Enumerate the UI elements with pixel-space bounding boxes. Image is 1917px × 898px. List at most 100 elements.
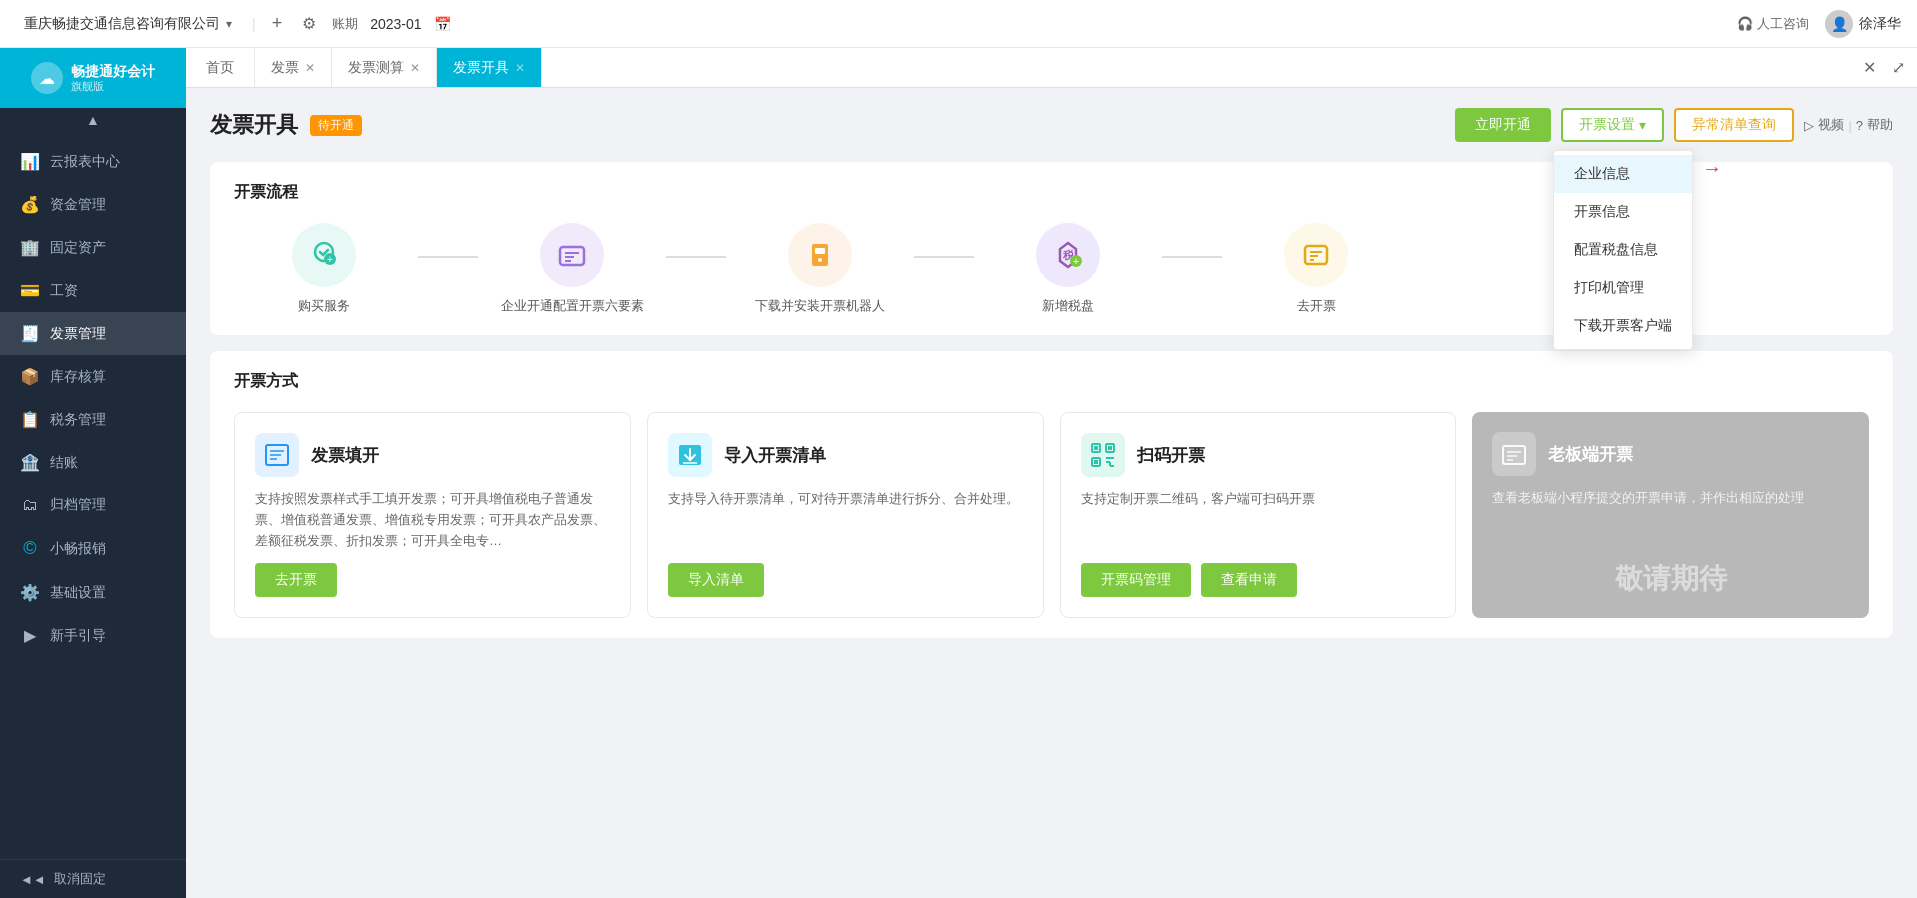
consult-button[interactable]: 🎧 人工咨询 [1737, 15, 1809, 33]
logo-area: ☁ 畅捷通好会计 旗舰版 [0, 48, 186, 108]
consult-label: 人工咨询 [1757, 15, 1809, 33]
tab-invoice-open-label: 发票开具 [453, 59, 509, 77]
billing-card-fill-header: 发票填开 [255, 433, 610, 477]
sidebar-item-label: 资金管理 [50, 196, 106, 214]
page-actions: 立即开通 开票设置 ▾ 异常清单查询 ▷ 视频 | ? 帮助 [1455, 108, 1893, 142]
dropdown-item-download-client[interactable]: 下载开票客户端 [1554, 307, 1692, 345]
page-header: 发票开具 待开通 立即开通 开票设置 ▾ 异常清单查询 ▷ 视频 | ? 帮助 [210, 108, 1893, 142]
sidebar-item-invoice[interactable]: 🧾 发票管理 [0, 312, 186, 355]
company-selector[interactable]: 重庆畅捷交通信息咨询有限公司 ▾ [16, 11, 240, 37]
arrow-indicator: → [1702, 157, 1722, 180]
qrcode-manage-button[interactable]: 开票码管理 [1081, 563, 1191, 597]
sidebar-item-label: 归档管理 [50, 496, 106, 514]
sidebar-item-new-guide[interactable]: ▶ 新手引导 [0, 614, 186, 657]
layout: ☁ 畅捷通好会计 旗舰版 ▲ 📊 云报表中心 💰 资金管理 🏢 固定资产 💳 [0, 48, 1917, 898]
sidebar-item-cloud-report[interactable]: 📊 云报表中心 [0, 140, 186, 183]
tab-invoice-test-label: 发票测算 [348, 59, 404, 77]
sidebar-item-report-sales[interactable]: © 小畅报销 [0, 526, 186, 571]
svg-rect-30 [1094, 460, 1098, 464]
download-client-label: 下载开票客户端 [1574, 317, 1672, 333]
sidebar-item-fund[interactable]: 💰 资金管理 [0, 183, 186, 226]
chevron-down-icon: ▾ [226, 17, 232, 31]
maximize-button[interactable]: ⤢ [1888, 54, 1909, 81]
sidebar-item-archive[interactable]: 🗂 归档管理 [0, 484, 186, 526]
billing-card-scan-header: 扫码开票 [1081, 433, 1436, 477]
report-sales-icon: © [20, 538, 40, 559]
dropdown-item-printer[interactable]: 打印机管理 [1554, 269, 1692, 307]
sidebar-item-checkout[interactable]: 🏦 结账 [0, 441, 186, 484]
top-bar: 重庆畅捷交通信息咨询有限公司 ▾ | + ⚙ 账期 2023-01 📅 🎧 人工… [0, 0, 1917, 48]
sidebar-item-label: 云报表中心 [50, 153, 120, 171]
sidebar-item-basic-settings[interactable]: ⚙️ 基础设置 [0, 571, 186, 614]
main-area: 首页 发票 ✕ 发票测算 ✕ 发票开具 ✕ ✕ ⤢ 发票开具 [186, 48, 1917, 898]
step-icon-2 [540, 223, 604, 287]
billing-card-boss-header: 老板端开票 [1492, 432, 1849, 476]
dropdown-item-tax-disk[interactable]: 配置税盘信息 [1554, 231, 1692, 269]
boss-invoice-icon [1492, 432, 1536, 476]
tab-invoice-close[interactable]: ✕ [305, 61, 315, 75]
sidebar-item-label: 基础设置 [50, 584, 106, 602]
tab-invoice-test[interactable]: 发票测算 ✕ [332, 48, 437, 87]
scroll-up-button[interactable]: ▲ [0, 108, 186, 132]
archive-icon: 🗂 [20, 496, 40, 514]
svg-text:+: + [327, 254, 333, 265]
settings-button[interactable]: 开票设置 ▾ [1561, 108, 1664, 142]
view-apply-button[interactable]: 查看申请 [1201, 563, 1297, 597]
fill-invoice-button[interactable]: 去开票 [255, 563, 337, 597]
step-label-3: 下载并安装开票机器人 [755, 297, 885, 315]
tab-invoice-test-close[interactable]: ✕ [410, 61, 420, 75]
tab-invoice-label: 发票 [271, 59, 299, 77]
help-section: ▷ 视频 | ? 帮助 [1804, 116, 1893, 134]
company-info-label: 企业信息 [1574, 165, 1630, 181]
sidebar-item-fixed-assets[interactable]: 🏢 固定资产 [0, 226, 186, 269]
user-name: 徐泽华 [1859, 15, 1901, 33]
svg-rect-35 [1503, 446, 1525, 464]
settings-dropdown: 企业信息 → 开票信息 配置税盘信息 打印机管理 下 [1553, 150, 1693, 350]
step-label-5: 去开票 [1297, 297, 1336, 315]
tax-icon: 📋 [20, 410, 40, 429]
calendar-icon[interactable]: 📅 [434, 16, 451, 32]
methods-section-title: 开票方式 [234, 371, 1869, 392]
checkout-icon: 🏦 [20, 453, 40, 472]
sidebar-item-label: 发票管理 [50, 325, 106, 343]
fill-invoice-desc: 支持按照发票样式手工填开发票；可开具增值税电子普通发票、增值税普通发票、增值税专… [255, 489, 610, 551]
sidebar-item-label: 税务管理 [50, 411, 106, 429]
sidebar-item-payroll[interactable]: 💳 工资 [0, 269, 186, 312]
settings-button-label: 开票设置 [1579, 116, 1635, 134]
sidebar-item-label: 小畅报销 [50, 540, 106, 558]
billing-card-boss: 老板端开票 查看老板端小程序提交的开票申请，并作出相应的处理 敬请期待 [1472, 412, 1869, 618]
tab-home[interactable]: 首页 [186, 48, 255, 87]
tab-invoice-open-close[interactable]: ✕ [515, 61, 525, 75]
basic-settings-icon: ⚙️ [20, 583, 40, 602]
svg-point-9 [818, 258, 822, 262]
anomaly-button[interactable]: 异常清单查询 [1674, 108, 1794, 142]
sidebar-item-tax[interactable]: 📋 税务管理 [0, 398, 186, 441]
page-title: 发票开具 [210, 110, 298, 140]
step-icon-3 [788, 223, 852, 287]
sidebar-item-inventory[interactable]: 📦 库存核算 [0, 355, 186, 398]
user-info[interactable]: 👤 徐泽华 [1825, 10, 1901, 38]
period-label: 账期 [332, 15, 358, 33]
import-invoice-button[interactable]: 导入清单 [668, 563, 764, 597]
settings-icon[interactable]: ⚙ [298, 10, 320, 37]
invoice-icon: 🧾 [20, 324, 40, 343]
help-icon: ? [1856, 118, 1863, 133]
tab-bar-right: ✕ ⤢ [1859, 54, 1917, 81]
help-label[interactable]: 帮助 [1867, 116, 1893, 134]
billing-card-scan: 扫码开票 支持定制开票二维码，客户端可扫码开票 开票码管理 查看申请 [1060, 412, 1457, 618]
dropdown-item-invoice-info[interactable]: 开票信息 [1554, 193, 1692, 231]
dropdown-item-company-info[interactable]: 企业信息 → [1554, 155, 1692, 193]
billing-methods: 发票填开 支持按照发票样式手工填开发票；可开具增值税电子普通发票、增值税普通发票… [234, 412, 1869, 618]
sidebar-item-label: 结账 [50, 454, 78, 472]
process-step-3: 下载并安装开票机器人 [730, 223, 910, 315]
add-company-button[interactable]: + [268, 9, 287, 38]
video-label[interactable]: 视频 [1818, 116, 1844, 134]
svg-rect-28 [1094, 446, 1098, 450]
cancel-pin-button[interactable]: ◄◄ 取消固定 [0, 859, 186, 898]
tab-invoice[interactable]: 发票 ✕ [255, 48, 332, 87]
process-step-2: 企业开通配置开票六要素 [482, 223, 662, 315]
tab-invoice-open[interactable]: 发票开具 ✕ [437, 48, 542, 87]
activate-button[interactable]: 立即开通 [1455, 108, 1551, 142]
step-icon-4: 税+ [1036, 223, 1100, 287]
close-tab-button[interactable]: ✕ [1859, 54, 1880, 81]
